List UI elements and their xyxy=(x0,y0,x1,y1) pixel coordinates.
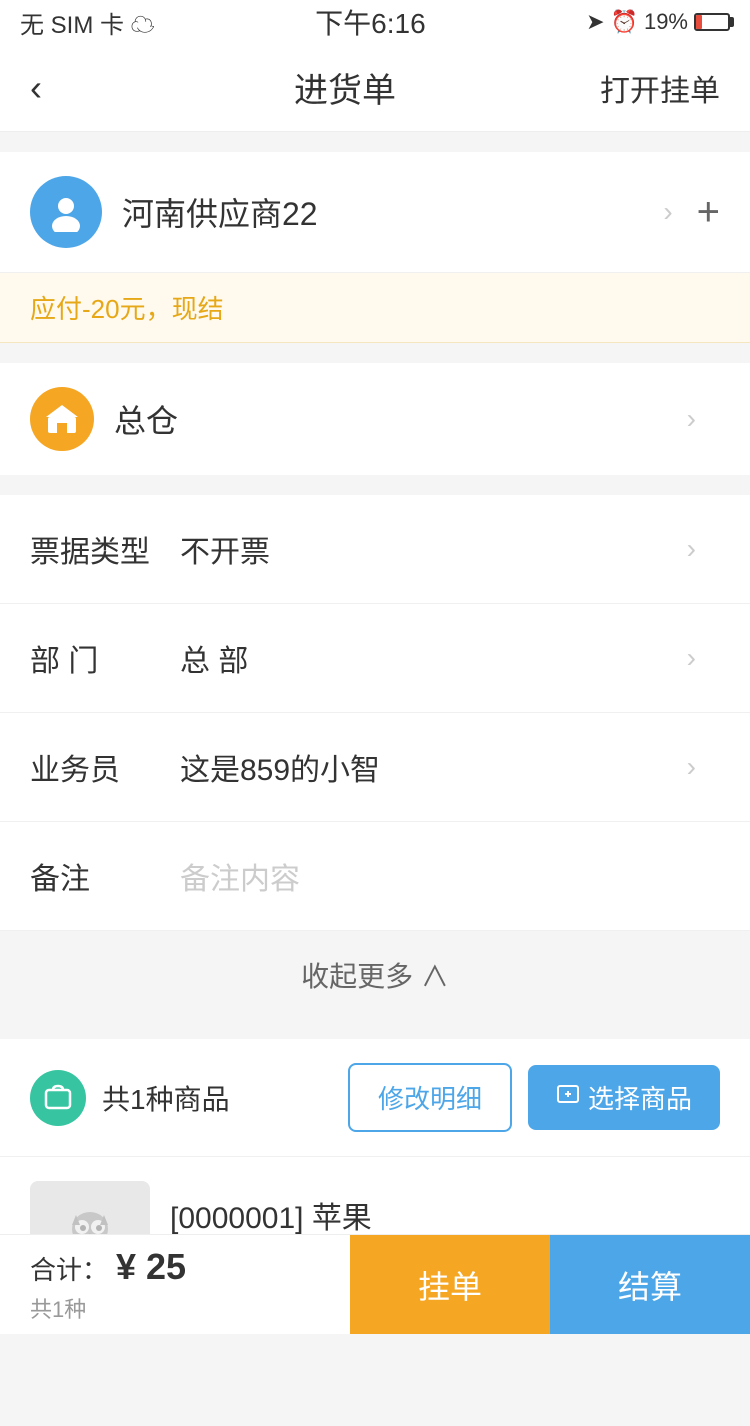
product-icon-wrap xyxy=(30,1070,86,1126)
warehouse-section: 总仓 › xyxy=(0,363,750,475)
salesperson-row[interactable]: 业务员 这是859的小智 › xyxy=(0,713,750,822)
supplier-avatar xyxy=(30,176,102,248)
section-gap-2 xyxy=(0,343,750,363)
checkout-button[interactable]: 结算 xyxy=(550,1235,750,1334)
alarm-icon: ⏰ xyxy=(611,9,638,35)
sim-status: 无 SIM 卡 ☁ xyxy=(20,5,155,40)
notes-placeholder: 备注内容 xyxy=(160,854,720,898)
supplier-row[interactable]: 河南供应商22 › + xyxy=(0,152,750,273)
total-section: 合计： ¥ 25 共1种 xyxy=(0,1235,350,1334)
supplier-section: 河南供应商22 › + 应付-20元，现结 xyxy=(0,152,750,343)
form-section: 票据类型 不开票 › 部 门 总 部 › 业务员 这是859的小智 › 备注 备… xyxy=(0,495,750,931)
nav-bar: ‹ 进货单 打开挂单 xyxy=(0,44,750,132)
bottom-bar: 合计： ¥ 25 共1种 挂单 结算 xyxy=(0,1234,750,1334)
open-pending-button[interactable]: 打开挂单 xyxy=(600,66,720,110)
invoice-type-value: 不开票 xyxy=(160,527,687,571)
warehouse-icon-wrap xyxy=(30,387,94,451)
warehouse-chevron-icon: › xyxy=(687,403,696,435)
add-button[interactable]: + xyxy=(697,190,720,235)
location-icon: ➤ xyxy=(586,9,604,35)
salesperson-label: 业务员 xyxy=(30,745,160,789)
select-product-button[interactable]: 选择商品 xyxy=(528,1065,720,1130)
status-time: 下午6:16 xyxy=(315,2,426,42)
user-icon xyxy=(46,192,86,232)
section-gap-4 xyxy=(0,1019,750,1039)
salesperson-value: 这是859的小智 xyxy=(160,745,687,789)
invoice-chevron-icon: › xyxy=(687,533,696,565)
notes-label: 备注 xyxy=(30,854,160,898)
status-left: 无 SIM 卡 ☁ xyxy=(20,5,155,40)
chevron-right-icon: › xyxy=(663,196,672,228)
total-sub-text: 共1种 xyxy=(30,1292,320,1324)
cart-icon xyxy=(42,1082,74,1114)
invoice-type-label: 票据类型 xyxy=(30,527,160,571)
select-icon xyxy=(556,1082,580,1113)
warehouse-row[interactable]: 总仓 › xyxy=(0,363,750,475)
product-header: 共1种商品 修改明细 选择商品 xyxy=(0,1039,750,1157)
product-count: 共1种商品 xyxy=(102,1078,348,1118)
bottom-spacer xyxy=(0,1326,750,1426)
department-value: 总 部 xyxy=(160,636,687,680)
department-label: 部 门 xyxy=(30,636,160,680)
salesperson-chevron-icon: › xyxy=(687,751,696,783)
supplier-name: 河南供应商22 xyxy=(122,189,663,235)
total-label-row: 合计： ¥ 25 xyxy=(30,1246,320,1288)
warehouse-name: 总仓 xyxy=(114,396,687,442)
battery-icon xyxy=(694,13,730,31)
supplier-notice: 应付-20元，现结 xyxy=(0,273,750,343)
invoice-type-row[interactable]: 票据类型 不开票 › xyxy=(0,495,750,604)
back-button[interactable]: ‹ xyxy=(30,67,90,109)
department-row[interactable]: 部 门 总 部 › xyxy=(0,604,750,713)
section-gap-3 xyxy=(0,475,750,495)
page-title: 进货单 xyxy=(294,63,396,112)
warehouse-icon xyxy=(44,401,80,437)
total-label-text: 合计： xyxy=(30,1250,108,1287)
department-chevron-icon: › xyxy=(687,642,696,674)
edit-detail-button[interactable]: 修改明细 xyxy=(348,1063,512,1132)
collapse-button[interactable]: 收起更多 ∧ xyxy=(0,931,750,1019)
battery-level: 19% xyxy=(644,9,688,35)
select-product-label: 选择商品 xyxy=(588,1079,692,1116)
pending-button[interactable]: 挂单 xyxy=(350,1235,550,1334)
status-right: ➤ ⏰ 19% xyxy=(586,9,730,35)
product-title: 苹果 xyxy=(312,1202,372,1235)
status-bar: 无 SIM 卡 ☁ 下午6:16 ➤ ⏰ 19% xyxy=(0,0,750,44)
total-amount: ¥ 25 xyxy=(116,1246,186,1288)
notes-row[interactable]: 备注 备注内容 xyxy=(0,822,750,931)
product-code: [0000001] xyxy=(170,1202,303,1235)
product-name: [0000001] 苹果 xyxy=(170,1193,672,1237)
section-gap-1 xyxy=(0,132,750,152)
